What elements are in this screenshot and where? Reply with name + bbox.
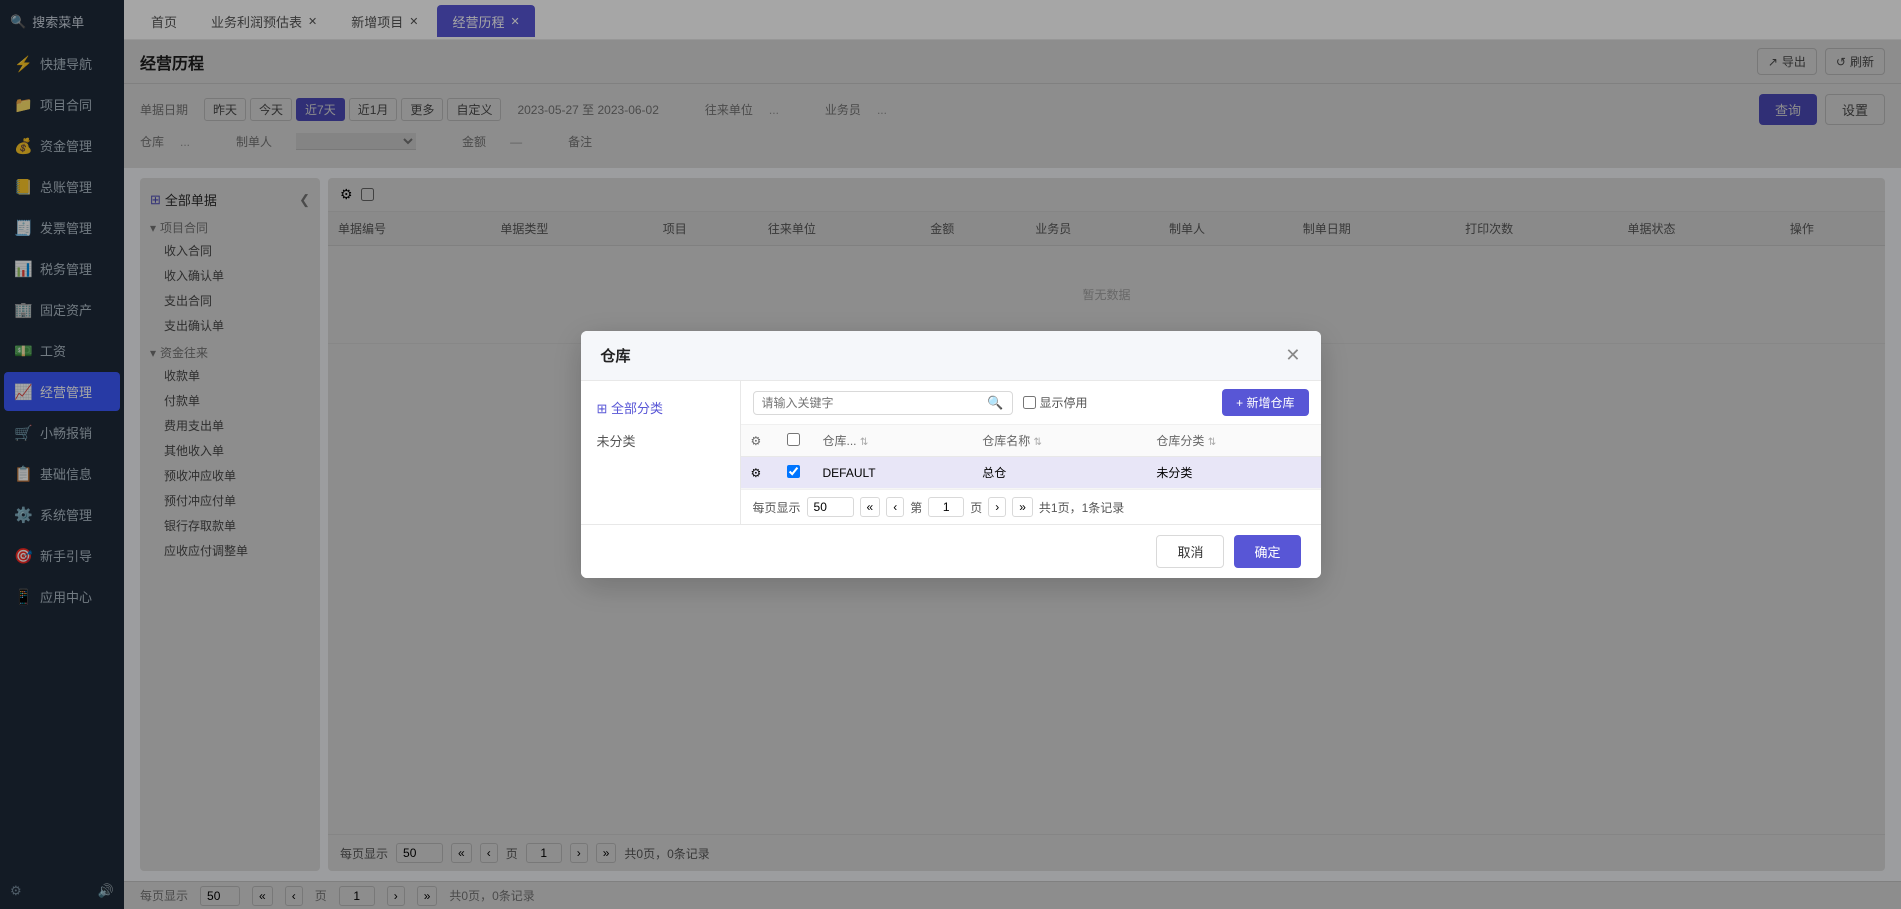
modal-pagination: 每页显示 50 20 100 « ‹ 第 页 › » 共1 <box>741 489 1321 524</box>
table-row[interactable]: ⚙ DEFAULT 总仓 未分类 <box>741 457 1321 489</box>
modal-page-size-select[interactable]: 50 20 100 <box>807 497 854 517</box>
show-disabled-checkbox[interactable] <box>1023 396 1036 409</box>
modal-col-category: 仓库分类 ⇅ <box>1146 425 1320 457</box>
modal-category-all[interactable]: ⊞ 全部分类 <box>581 391 740 424</box>
grid-icon-modal: ⊞ <box>597 401 608 416</box>
warehouse-modal: 仓库 ✕ ⊞ 全部分类 未分类 🔍 <box>581 331 1321 578</box>
modal-prev-btn[interactable]: ‹ <box>886 497 904 517</box>
row-category: 未分类 <box>1146 457 1320 489</box>
modal-overlay[interactable]: 仓库 ✕ ⊞ 全部分类 未分类 🔍 <box>0 0 1901 909</box>
row-checkbox[interactable] <box>787 465 800 478</box>
modal-page-input[interactable] <box>928 497 964 517</box>
modal-next-btn[interactable]: › <box>988 497 1006 517</box>
row-name: 总仓 <box>972 457 1146 489</box>
row-code: DEFAULT <box>813 457 973 489</box>
confirm-button[interactable]: 确定 <box>1234 535 1300 568</box>
modal-header: 仓库 ✕ <box>581 331 1321 381</box>
modal-body: ⊞ 全部分类 未分类 🔍 显示停用 <box>581 381 1321 524</box>
modal-title: 仓库 <box>601 345 631 366</box>
modal-page-label: 第 <box>910 499 922 516</box>
modal-table-wrap: ⚙ 仓库... ⇅ 仓库名称 ⇅ <box>741 425 1321 489</box>
modal-select-all[interactable] <box>787 433 800 446</box>
show-disabled-label[interactable]: 显示停用 <box>1023 394 1088 411</box>
modal-search-icon: 🔍 <box>987 395 1003 411</box>
modal-table: ⚙ 仓库... ⇅ 仓库名称 ⇅ <box>741 425 1321 489</box>
add-warehouse-button[interactable]: + 新增仓库 <box>1222 389 1308 416</box>
modal-category-panel: ⊞ 全部分类 未分类 <box>581 381 741 524</box>
modal-page-size-label: 每页显示 <box>753 499 801 516</box>
modal-close-button[interactable]: ✕ <box>1285 345 1300 366</box>
row-check <box>777 457 813 489</box>
modal-right-panel: 🔍 显示停用 + 新增仓库 ⚙ <box>741 381 1321 524</box>
cancel-button[interactable]: 取消 <box>1156 535 1224 568</box>
modal-col-gear: ⚙ <box>741 425 777 457</box>
modal-search-wrap: 🔍 <box>753 391 1013 415</box>
modal-last-btn[interactable]: » <box>1012 497 1033 517</box>
modal-search-input[interactable] <box>762 396 982 410</box>
modal-col-code: 仓库... ⇅ <box>813 425 973 457</box>
modal-col-check <box>777 425 813 457</box>
modal-col-name: 仓库名称 ⇅ <box>972 425 1146 457</box>
modal-total-text: 共1页，1条记录 <box>1039 499 1124 516</box>
modal-category-uncategorized[interactable]: 未分类 <box>581 424 740 457</box>
row-gear: ⚙ <box>741 457 777 489</box>
modal-toolbar: 🔍 显示停用 + 新增仓库 <box>741 381 1321 425</box>
modal-footer: 取消 确定 <box>581 524 1321 578</box>
modal-first-btn[interactable]: « <box>860 497 881 517</box>
modal-page-unit: 页 <box>970 499 982 516</box>
